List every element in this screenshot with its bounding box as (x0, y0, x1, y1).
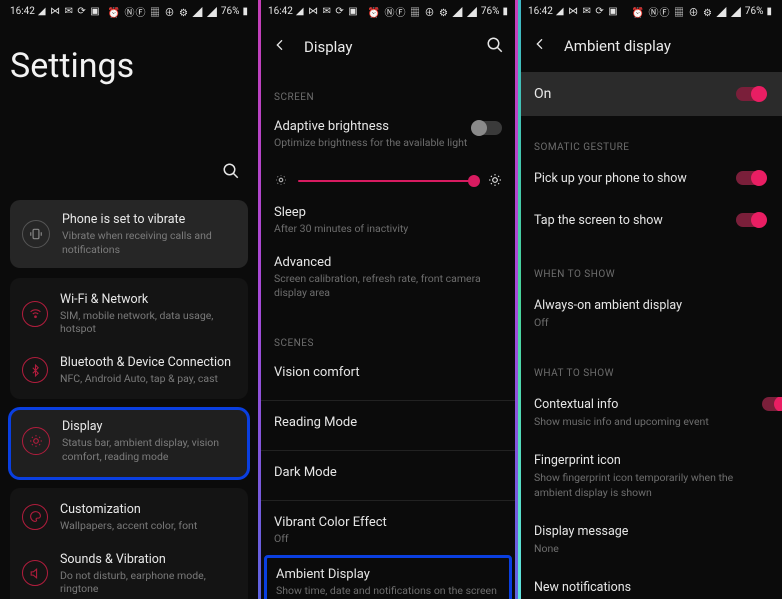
ambient-on-toggle[interactable] (736, 87, 766, 101)
contextual-toggle[interactable] (762, 397, 782, 411)
brightness-high-icon (488, 172, 502, 191)
header-title: Ambient display (564, 37, 768, 55)
status-battery: 76% (221, 6, 240, 17)
settings-item-sound[interactable]: Sounds & VibrationDo not disturb, earpho… (10, 542, 248, 599)
ambient-display-screen: 16:42◢ ⋈ ✉ ⟳ ▣ ⏰ ⓃⒻ ▦ ⊕ ⚙ ◢ ◢76%▮ Ambien… (518, 0, 782, 599)
item-sleep[interactable]: Sleep After 30 minutes of inactivity (258, 197, 518, 248)
status-bar: 16:42◢ ⋈ ✉ ⟳ ▣ ⏰ ⓃⒻ ▦ ⊕ ⚙ ◢ ◢76%▮ (258, 0, 518, 22)
sound-icon (22, 560, 48, 586)
back-button[interactable] (272, 37, 288, 57)
battery-icon: ▮ (502, 6, 508, 17)
item-vibrant-color[interactable]: Vibrant Color Effect Off (258, 507, 518, 558)
status-bar: 16:42◢ ⋈ ✉ ⟳ ▣ ⏰ ⓃⒻ ▦ ⊕ ⚙ ◢ ◢76%▮ (518, 0, 782, 22)
item-new-notifications[interactable]: New notificationsShow notifications on t… (518, 568, 782, 599)
tap-toggle[interactable] (736, 213, 766, 227)
settings-screen: 16:42 ◢ ⋈ ✉ ⟳ ▣ ⏰ ⓃⒻ ▦ ⊕ ⚙ ◢ ◢ 76% ▮ Set… (0, 0, 258, 599)
brightness-slider[interactable] (258, 162, 518, 197)
vibrate-title: Phone is set to vibrate (62, 212, 236, 227)
status-right-icons: ⏰ ⓃⒻ ▦ ⊕ ⚙ ◢ ◢ (108, 4, 218, 19)
section-somatic: SOMATIC GESTURE (518, 116, 782, 159)
status-bar: 16:42 ◢ ⋈ ✉ ⟳ ▣ ⏰ ⓃⒻ ▦ ⊕ ⚙ ◢ ◢ 76% ▮ (0, 0, 258, 22)
vibrate-icon (22, 220, 50, 248)
settings-item-customization[interactable]: CustomizationWallpapers, accent color, f… (10, 492, 248, 542)
adaptive-brightness-toggle[interactable] (472, 121, 502, 135)
pickup-toggle[interactable] (736, 171, 766, 185)
page-title: Settings (0, 22, 258, 162)
battery-icon: ▮ (242, 6, 248, 17)
section-scenes: SCENES (258, 312, 518, 357)
settings-item-wifi[interactable]: Wi-Fi & NetworkSIM, mobile network, data… (10, 282, 248, 345)
horizon-light-left (518, 0, 521, 599)
search-icon[interactable] (486, 36, 504, 58)
brightness-thumb[interactable] (468, 175, 480, 187)
item-vision-comfort[interactable]: Vision comfort (258, 357, 518, 394)
settings-item-display[interactable]: DisplayStatus bar, ambient display, visi… (10, 409, 248, 477)
settings-item-bluetooth[interactable]: Bluetooth & Device ConnectionNFC, Androi… (10, 345, 248, 395)
item-ambient-display[interactable]: Ambient Display Show time, date and noti… (266, 557, 510, 599)
item-contextual[interactable]: Contextual infoShow music info and upcom… (518, 385, 782, 441)
status-time: 16:42 (10, 6, 35, 17)
brightness-low-icon (274, 172, 288, 191)
status-left-icons: ◢ ⋈ ✉ ⟳ ▣ (38, 6, 101, 17)
vibrate-sub: Vibrate when receiving calls and notific… (62, 229, 236, 256)
ambient-on-row[interactable]: On (518, 72, 782, 116)
item-advanced[interactable]: Advanced Screen calibration, refresh rat… (258, 247, 518, 311)
back-button[interactable] (532, 36, 548, 56)
palette-icon (22, 504, 48, 530)
item-fingerprint[interactable]: Fingerprint iconShow fingerprint icon te… (518, 441, 782, 511)
item-tap[interactable]: Tap the screen to show (518, 201, 782, 243)
section-what: WHAT TO SHOW (518, 342, 782, 385)
battery-icon: ▮ (766, 6, 772, 17)
display-screen: 16:42◢ ⋈ ✉ ⟳ ▣ ⏰ ⓃⒻ ▦ ⊕ ⚙ ◢ ◢76%▮ Displa… (258, 0, 518, 599)
item-display-message[interactable]: Display messageNone (518, 512, 782, 568)
wifi-icon (22, 301, 48, 327)
item-dark-mode[interactable]: Dark Mode (258, 457, 518, 494)
item-adaptive-brightness[interactable]: Adaptive brightness Optimize brightness … (258, 111, 518, 162)
display-icon (22, 427, 50, 455)
item-always-on[interactable]: Always-on ambient displayOff (518, 286, 782, 342)
search-icon[interactable] (222, 162, 240, 184)
section-screen: SCREEN (258, 66, 518, 111)
item-reading-mode[interactable]: Reading Mode (258, 407, 518, 444)
vibrate-banner[interactable]: Phone is set to vibrate Vibrate when rec… (10, 200, 248, 268)
header-title: Display (304, 38, 470, 56)
bluetooth-icon (22, 357, 48, 383)
item-pickup[interactable]: Pick up your phone to show (518, 159, 782, 201)
horizon-light-left (258, 0, 261, 599)
section-when: WHEN TO SHOW (518, 243, 782, 286)
